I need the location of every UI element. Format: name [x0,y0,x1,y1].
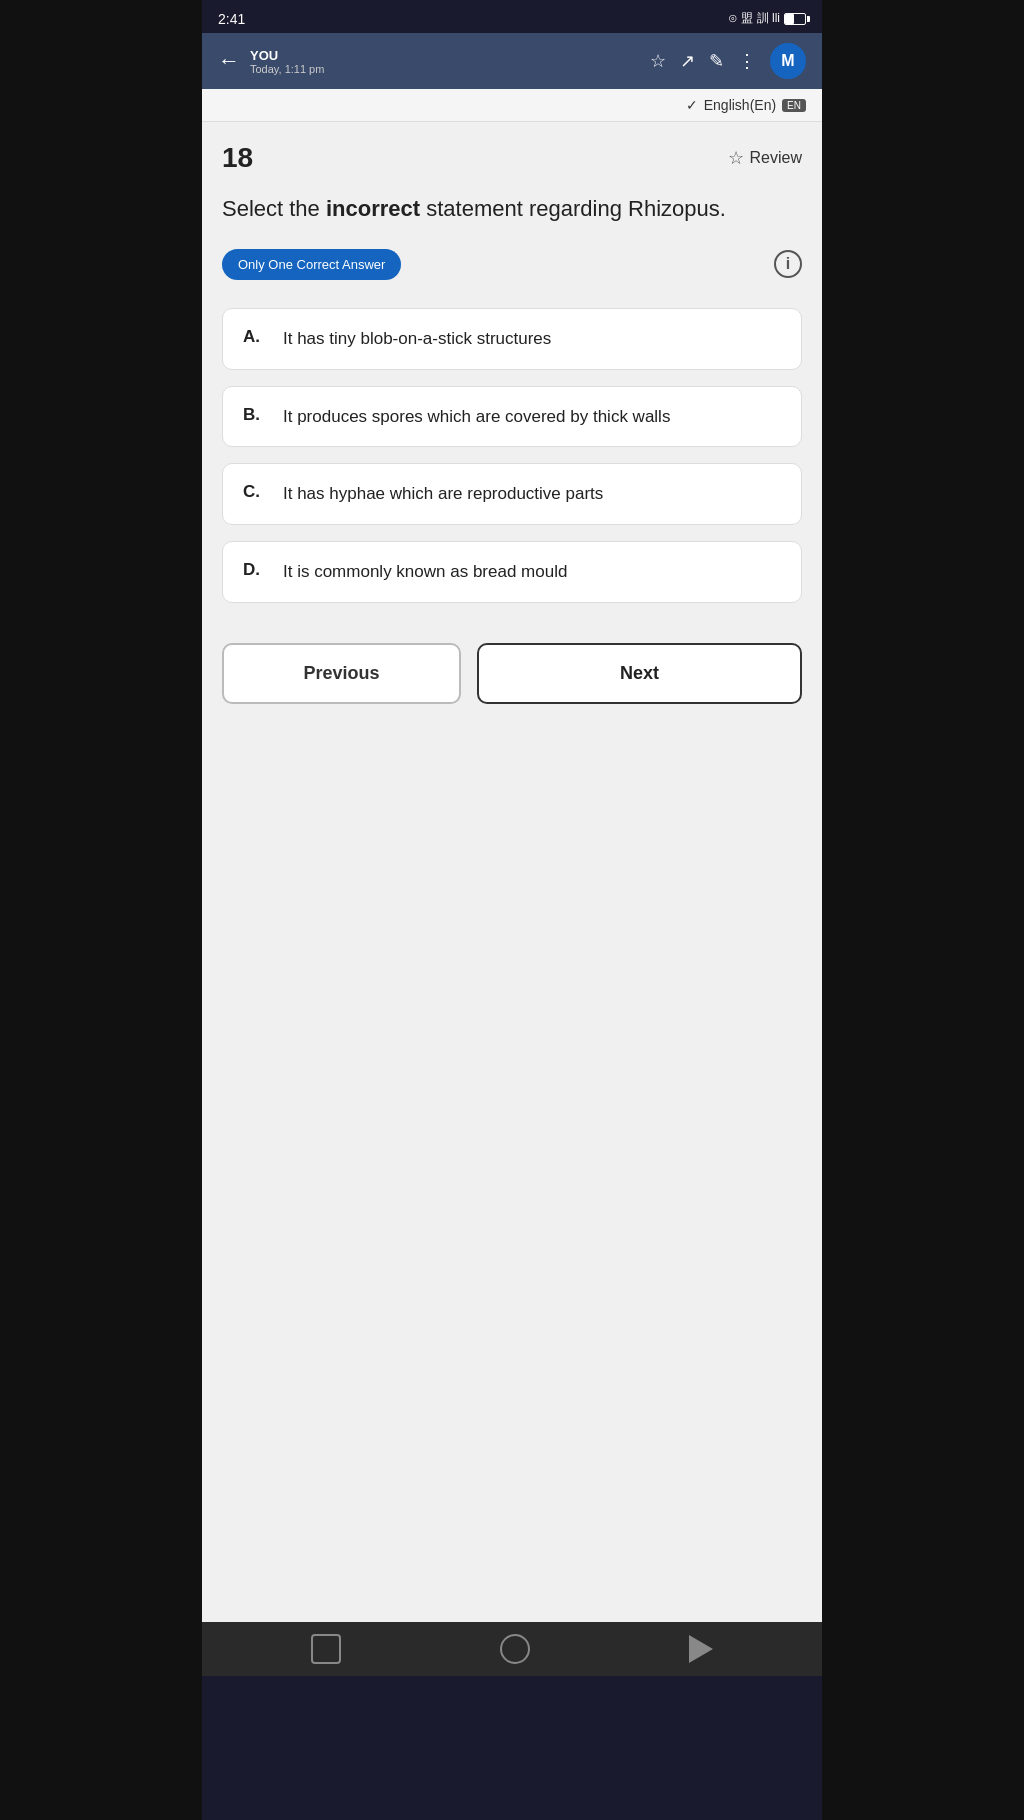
back-button[interactable]: ← [218,48,240,74]
question-text: Select the incorrect statement regarding… [222,194,802,225]
option-a-label: A. [243,327,267,347]
review-button[interactable]: ☆ Review [728,147,802,169]
question-text-prefix: Select the [222,196,326,221]
option-c[interactable]: C. It has hyphae which are reproductive … [222,463,802,525]
nav-buttons: Previous Next [222,643,802,704]
status-bar: 2:41 ⊙ 盟 訓 lli [202,0,822,33]
review-star-icon: ☆ [728,147,744,169]
question-text-suffix: statement regarding Rhizopus. [420,196,726,221]
bottom-nav [202,1622,822,1676]
question-text-bold: incorrect [326,196,420,221]
option-d-label: D. [243,560,267,580]
question-header: 18 ☆ Review [222,142,802,174]
header-time-label: Today, 1:11 pm [250,63,324,75]
option-b[interactable]: B. It produces spores which are covered … [222,386,802,448]
home-nav-icon[interactable] [311,1634,341,1664]
review-label: Review [750,149,802,167]
header-right: ☆ ↗ ✎ ⋮ M [650,43,806,79]
check-icon: ✓ [686,97,698,113]
option-d-text: It is commonly known as bread mould [283,560,567,584]
option-a-text: It has tiny blob-on-a-stick structures [283,327,551,351]
option-b-text: It produces spores which are covered by … [283,405,670,429]
next-button[interactable]: Next [477,643,802,704]
header-you-label: YOU [250,48,324,63]
question-number: 18 [222,142,253,174]
language-bar: ✓ English(En) EN [202,89,822,122]
edit-icon[interactable]: ✎ [709,50,724,72]
options-list: A. It has tiny blob-on-a-stick structure… [222,308,802,603]
forward-nav-triangle[interactable] [689,1635,713,1663]
option-b-label: B. [243,405,267,425]
app-header: ← YOU Today, 1:11 pm ☆ ↗ ✎ ⋮ M [202,33,822,89]
header-user-info: YOU Today, 1:11 pm [250,48,324,75]
user-avatar[interactable]: M [770,43,806,79]
signal-icon: ⊙ 盟 訓 lli [728,10,780,27]
language-label: English(En) [704,97,776,113]
option-c-text: It has hyphae which are reproductive par… [283,482,603,506]
info-icon-button[interactable]: i [774,250,802,278]
option-d[interactable]: D. It is commonly known as bread mould [222,541,802,603]
lang-badge: EN [782,99,806,112]
star-icon[interactable]: ☆ [650,50,666,72]
status-time: 2:41 [218,11,245,27]
back-nav-circle[interactable] [500,1634,530,1664]
option-c-label: C. [243,482,267,502]
status-icons: ⊙ 盟 訓 lli [728,10,806,27]
battery-icon [784,13,806,25]
main-content: 18 ☆ Review Select the incorrect stateme… [202,122,822,1622]
phone-frame: 2:41 ⊙ 盟 訓 lli ← YOU Today, 1:11 pm ☆ ↗ … [202,0,822,1820]
language-selector[interactable]: ✓ English(En) EN [686,97,806,113]
answer-type-row: Only One Correct Answer i [222,249,802,280]
answer-type-badge[interactable]: Only One Correct Answer [222,249,401,280]
more-icon[interactable]: ⋮ [738,50,756,72]
share-icon[interactable]: ↗ [680,50,695,72]
previous-button[interactable]: Previous [222,643,461,704]
option-a[interactable]: A. It has tiny blob-on-a-stick structure… [222,308,802,370]
header-left: ← YOU Today, 1:11 pm [218,48,324,75]
